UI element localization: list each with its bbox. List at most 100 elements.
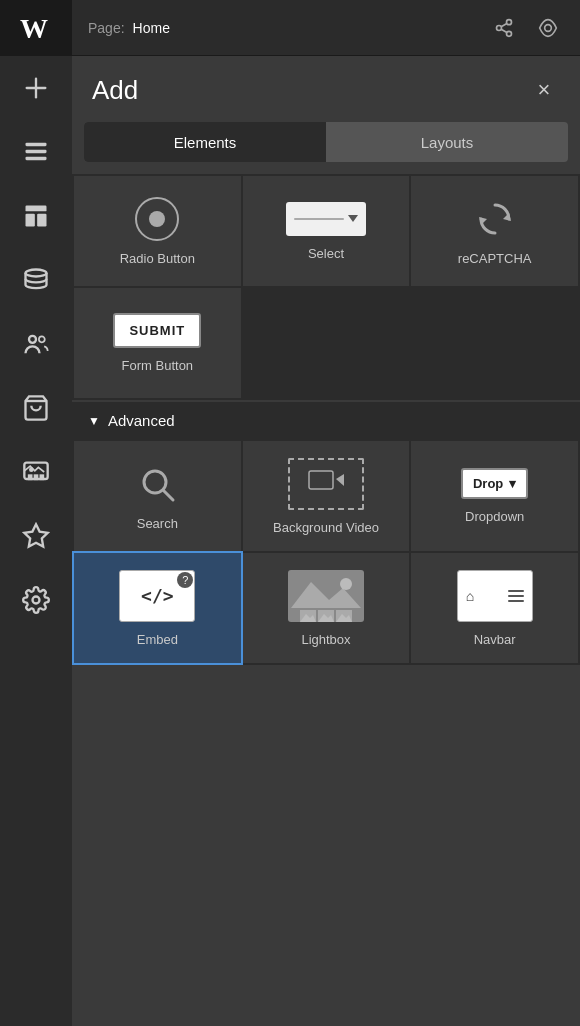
panel-header: Add × <box>72 56 580 122</box>
svg-rect-5 <box>26 157 47 161</box>
submit-button-icon: SUBMIT <box>113 313 201 348</box>
advanced-section-header[interactable]: ▼ Advanced <box>72 402 580 439</box>
svg-rect-8 <box>37 214 46 227</box>
sidebar-item-settings[interactable] <box>0 568 72 632</box>
select-line <box>294 218 344 220</box>
sidebar-item-media[interactable] <box>0 440 72 504</box>
main-area: Page: Home Add × <box>72 0 580 1026</box>
topbar-icons <box>488 12 564 44</box>
pages-icon <box>22 138 50 166</box>
element-select[interactable]: Select <box>243 176 410 286</box>
embed-icon-wrap: </> ? <box>119 570 195 622</box>
media-icon <box>22 458 50 486</box>
svg-rect-2 <box>26 87 47 89</box>
svg-rect-15 <box>34 474 39 480</box>
svg-point-10 <box>29 336 36 343</box>
sidebar-item-pages[interactable] <box>0 120 72 184</box>
add-icon <box>22 74 50 102</box>
select-icon <box>286 202 366 236</box>
apps-icon <box>22 522 50 550</box>
svg-line-28 <box>163 490 173 500</box>
sidebar-item-members[interactable] <box>0 312 72 376</box>
background-video-icon <box>288 458 364 510</box>
select-label: Select <box>308 246 344 263</box>
svg-point-24 <box>545 24 552 31</box>
element-form-button[interactable]: SUBMIT Form Button <box>74 288 241 398</box>
element-navbar[interactable]: ⌂ Navbar <box>411 553 578 663</box>
sidebar-item-apps[interactable] <box>0 504 72 568</box>
tab-elements[interactable]: Elements <box>84 122 326 162</box>
sidebar-item-ecommerce[interactable] <box>0 376 72 440</box>
panel-title: Add <box>92 75 138 106</box>
background-video-label: Background Video <box>273 520 379 537</box>
navbar-lines-icon <box>508 590 524 602</box>
embed-question-icon: ? <box>177 572 193 588</box>
advanced-arrow-icon: ▼ <box>88 414 100 428</box>
panel-tabs: Elements Layouts <box>84 122 568 162</box>
elements-grid: Radio Button Select <box>72 174 580 400</box>
svg-point-11 <box>39 336 45 342</box>
topbar-preview-icon[interactable] <box>532 12 564 44</box>
svg-point-18 <box>33 597 40 604</box>
lightbox-icon <box>288 570 364 622</box>
form-button-label: Form Button <box>122 358 194 375</box>
svg-point-21 <box>507 31 512 36</box>
svg-text:W: W <box>20 13 48 44</box>
element-background-video[interactable]: Background Video <box>243 441 410 551</box>
page-label: Page: <box>88 20 125 36</box>
panel-close-button[interactable]: × <box>528 74 560 106</box>
sidebar-item-cms[interactable] <box>0 184 72 248</box>
recaptcha-label: reCAPTCHA <box>458 251 532 268</box>
svg-rect-6 <box>26 206 47 212</box>
settings-icon <box>22 586 50 614</box>
dropdown-label: Dropdown <box>465 509 524 526</box>
wix-logo-icon: W <box>20 12 52 44</box>
select-arrow-icon <box>348 215 358 222</box>
embed-label: Embed <box>137 632 178 649</box>
element-search[interactable]: Search <box>74 441 241 551</box>
radio-button-icon <box>135 197 179 241</box>
radio-button-label: Radio Button <box>120 251 195 268</box>
lightbox-label: Lightbox <box>301 632 350 649</box>
svg-rect-7 <box>26 214 35 227</box>
search-label: Search <box>137 516 178 533</box>
svg-point-9 <box>26 270 47 277</box>
svg-rect-4 <box>26 150 47 154</box>
page-name: Home <box>133 20 170 36</box>
radio-button-inner <box>149 211 165 227</box>
topbar: Page: Home <box>72 0 580 56</box>
element-radio-button[interactable]: Radio Button <box>74 176 241 286</box>
advanced-grid: Search Background Video Drop ▾ Dropd <box>72 439 580 665</box>
logo[interactable]: W <box>0 0 72 56</box>
svg-point-19 <box>507 19 512 24</box>
svg-rect-3 <box>26 143 47 147</box>
ecommerce-icon <box>22 394 50 422</box>
svg-rect-16 <box>40 474 45 480</box>
svg-marker-30 <box>336 474 344 486</box>
navbar-icon: ⌂ <box>457 570 533 622</box>
sidebar: W <box>0 0 72 1026</box>
svg-line-23 <box>501 23 507 26</box>
svg-line-22 <box>501 29 507 32</box>
recaptcha-icon <box>473 197 517 241</box>
element-embed[interactable]: </> ? Embed <box>74 553 241 663</box>
add-panel: Add × Elements Layouts Radio Button <box>72 56 580 1026</box>
svg-point-33 <box>340 578 352 590</box>
search-element-icon <box>135 462 179 506</box>
cms-icon <box>22 202 50 230</box>
element-dropdown[interactable]: Drop ▾ Dropdown <box>411 441 578 551</box>
navbar-home-icon: ⌂ <box>466 588 474 604</box>
topbar-share-icon[interactable] <box>488 12 520 44</box>
element-lightbox[interactable]: Lightbox <box>243 553 410 663</box>
sidebar-item-database[interactable] <box>0 248 72 312</box>
members-icon <box>22 330 50 358</box>
element-recaptcha[interactable]: reCAPTCHA <box>411 176 578 286</box>
advanced-label: Advanced <box>108 412 175 429</box>
svg-rect-14 <box>28 474 33 480</box>
database-icon <box>22 266 50 294</box>
sidebar-item-add[interactable] <box>0 56 72 120</box>
navbar-label: Navbar <box>474 632 516 649</box>
tab-layouts[interactable]: Layouts <box>326 122 568 162</box>
svg-rect-29 <box>309 471 333 489</box>
svg-point-20 <box>497 25 502 30</box>
